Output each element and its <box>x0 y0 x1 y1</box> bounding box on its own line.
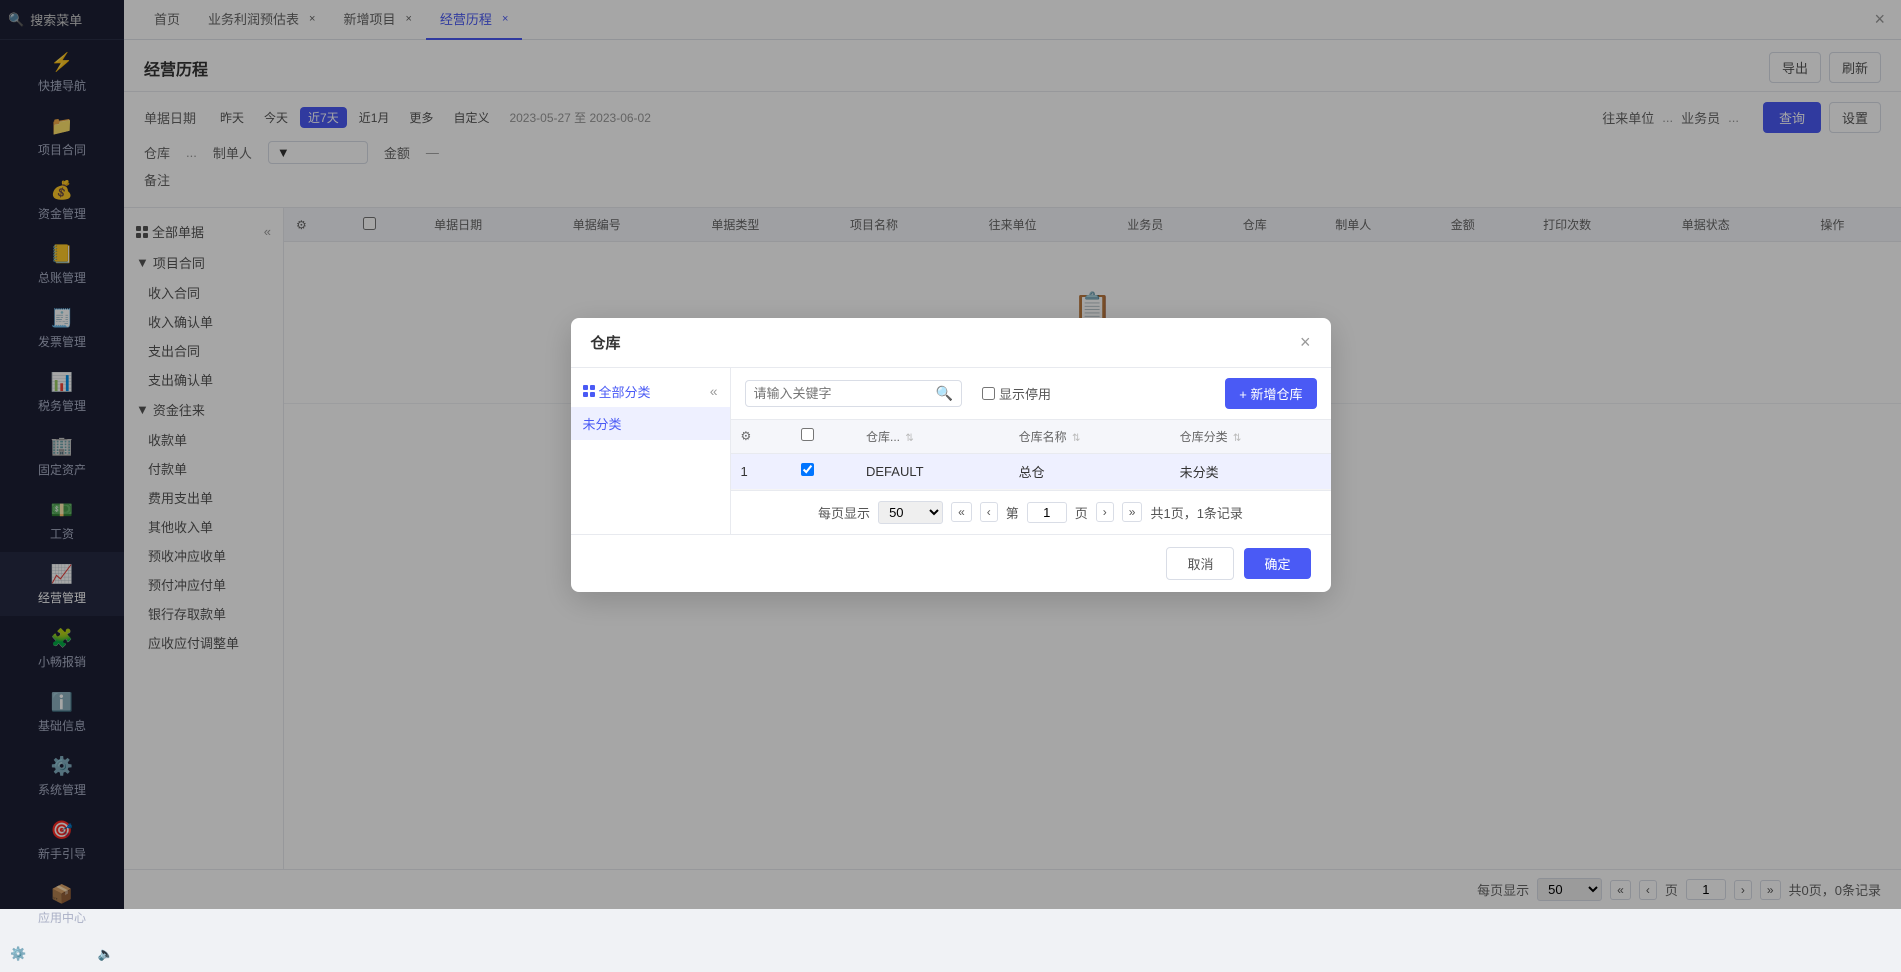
modal-page-suffix: 页 <box>1075 503 1088 522</box>
modal-total-label: 共1页，1条记录 <box>1150 503 1242 522</box>
modal-tree-header: 全部分类 « <box>571 376 730 407</box>
speaker-icon[interactable]: 🔈 <box>98 946 114 962</box>
modal-per-page-label: 每页显示 <box>818 503 870 522</box>
sort-icon: ⇅ <box>1072 433 1080 444</box>
cancel-button[interactable]: 取消 <box>1166 547 1234 580</box>
modal-page-input[interactable] <box>1027 502 1067 523</box>
modal-right-content: 🔍 显示停用 + 新增仓库 ⚙ <box>731 368 1331 534</box>
tree-grid-icon <box>583 385 595 397</box>
show-disabled-checkbox-label[interactable]: 显示停用 <box>982 384 1051 403</box>
row-name: 总仓 <box>1009 453 1170 489</box>
modal-tree: 全部分类 « 未分类 <box>571 368 731 534</box>
sort-icon: ⇅ <box>1233 433 1241 444</box>
modal-next-page[interactable]: › <box>1096 502 1114 522</box>
modal-title: 仓库 <box>591 332 621 353</box>
modal-pagination: 每页显示 50 « ‹ 第 页 › » 共1页，1条记录 <box>731 490 1331 534</box>
row-code: DEFAULT <box>856 453 1009 489</box>
tree-header-label: 全部分类 <box>599 382 651 401</box>
warehouse-table: ⚙ 仓库... ⇅ 仓库名称 ⇅ <box>731 420 1331 490</box>
modal-close-button[interactable]: × <box>1300 332 1311 353</box>
modal-last-page[interactable]: » <box>1122 502 1143 522</box>
sort-icon: ⇅ <box>905 433 913 444</box>
modal-per-page-select[interactable]: 50 <box>878 501 943 524</box>
sidebar-item-label: 应用中心 <box>38 909 86 926</box>
th-warehouse-name: 仓库名称 ⇅ <box>1009 420 1170 454</box>
warehouse-modal: 仓库 × 全部分类 « <box>571 318 1331 592</box>
modal-header: 仓库 × <box>571 318 1331 368</box>
modal-toolbar: 🔍 显示停用 + 新增仓库 <box>731 368 1331 420</box>
warehouse-table-row[interactable]: 1 DEFAULT 总仓 未分类 <box>731 453 1331 489</box>
sidebar-bottom: ⚙️ 🔈 <box>0 936 124 972</box>
warehouse-table-header: ⚙ 仓库... ⇅ 仓库名称 ⇅ <box>731 420 1331 454</box>
th-gear: ⚙ <box>731 420 792 454</box>
show-disabled-label: 显示停用 <box>999 384 1051 403</box>
modal-footer: 取消 确定 <box>571 534 1331 592</box>
tree-collapse-button[interactable]: « <box>710 383 718 399</box>
row-checkbox[interactable] <box>791 453 856 489</box>
modal-first-page[interactable]: « <box>951 502 972 522</box>
settings-icon[interactable]: ⚙️ <box>10 946 26 962</box>
modal-prev-page[interactable]: ‹ <box>980 502 998 522</box>
th-warehouse-id: 仓库... ⇅ <box>856 420 1009 454</box>
modal-page-prefix: 第 <box>1006 503 1019 522</box>
warehouse-select-all[interactable] <box>801 428 814 441</box>
modal-table: ⚙ 仓库... ⇅ 仓库名称 ⇅ <box>731 420 1331 490</box>
modal-search-box: 🔍 <box>745 380 962 407</box>
tree-item-uncategorized[interactable]: 未分类 <box>571 407 730 440</box>
modal-search-icon: 🔍 <box>936 385 953 402</box>
modal-overlay: 仓库 × 全部分类 « <box>0 0 1901 909</box>
modal-body: 全部分类 « 未分类 🔍 <box>571 368 1331 534</box>
th-select-all[interactable] <box>791 420 856 454</box>
confirm-button[interactable]: 确定 <box>1244 548 1310 579</box>
add-warehouse-button[interactable]: + 新增仓库 <box>1225 378 1316 409</box>
modal-search-input[interactable] <box>754 386 930 401</box>
row-category: 未分类 <box>1170 453 1331 489</box>
row-select-checkbox[interactable] <box>801 463 814 476</box>
row-index: 1 <box>731 453 792 489</box>
th-warehouse-category: 仓库分类 ⇅ <box>1170 420 1331 454</box>
show-disabled-checkbox[interactable] <box>982 387 995 400</box>
